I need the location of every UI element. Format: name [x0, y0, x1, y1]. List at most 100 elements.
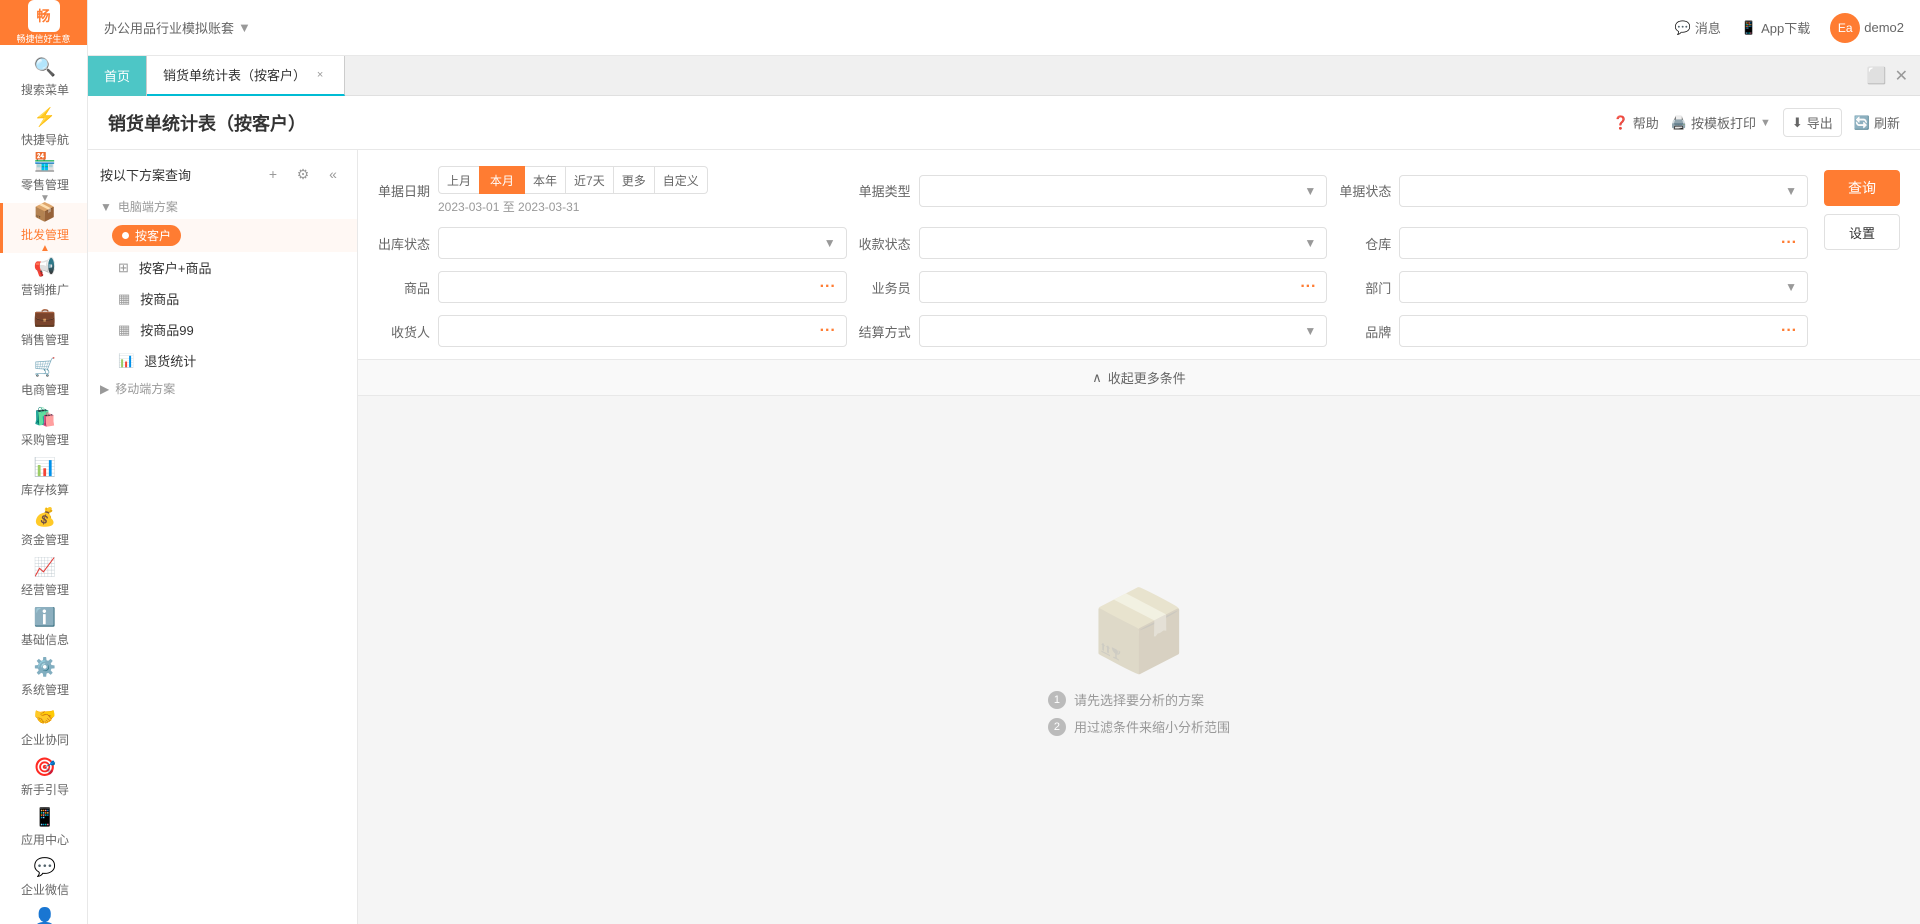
sidebar-item-operations[interactable]: 📈 经营管理	[0, 553, 88, 603]
sidebar-item-newbie[interactable]: 🎯 新手引导	[0, 753, 88, 803]
tree-item-by-product[interactable]: ▦ 按商品	[88, 283, 357, 314]
brand-input[interactable]: ···	[1399, 315, 1808, 347]
date-btn-custom[interactable]: 自定义	[655, 166, 708, 194]
company-dropdown[interactable]: 办公用品行业模拟账套 ▼	[104, 18, 251, 37]
recipient-dots-icon: ···	[820, 322, 836, 340]
sidebar-item-appstore[interactable]: 📱 应用中心	[0, 803, 88, 853]
sidebar-item-enterprise[interactable]: 🤝 企业协同	[0, 703, 88, 753]
settings-button[interactable]: 设置	[1824, 214, 1900, 250]
query-button[interactable]: 查询	[1824, 170, 1900, 206]
collapse-icon: ∧	[1092, 370, 1102, 386]
brand-dots-icon: ···	[1781, 322, 1797, 340]
wechat-icon: 💬	[34, 857, 56, 878]
date-btn-7days[interactable]: 近7天	[566, 166, 614, 194]
tree-item-product99[interactable]: ▦ 按商品99	[88, 314, 357, 345]
sidebar-item-wechat[interactable]: 💬 企业微信	[0, 853, 88, 903]
message-button[interactable]: 💬 消息	[1675, 18, 1721, 37]
search-icon: 🔍	[34, 57, 56, 78]
warehouse-input[interactable]: ···	[1399, 227, 1808, 259]
sidebar-item-marketing[interactable]: 📢 营销推广	[0, 253, 88, 303]
tree-section-mobile: ▶ 移动端方案	[88, 376, 357, 401]
system-icon: ⚙️	[34, 657, 56, 678]
operations-icon: 📈	[34, 557, 56, 578]
help-button[interactable]: ❓ 帮助	[1613, 113, 1659, 132]
collapse-filter-button[interactable]: ∧ 收起更多条件	[358, 359, 1920, 395]
marketing-icon: 📢	[34, 257, 56, 278]
order-status-dropdown[interactable]: ▼	[1399, 175, 1808, 207]
order-type-cell: 单据类型 ▼	[859, 175, 1328, 207]
date-btn-this-year[interactable]: 本年	[525, 166, 566, 194]
close-window-icon[interactable]: ✕	[1895, 66, 1908, 86]
tab-bar: 首页 销货单统计表（按客户） × ⬜ ✕	[88, 56, 1920, 96]
empty-tip-2: 2 用过滤条件来缩小分析范围	[1048, 717, 1230, 736]
sidebar: 畅 畅捷信好生意 🔍 搜索菜单 ⚡ 快捷导航 🏪 零售管理 ▼ 📦 批发管理 ▲…	[0, 0, 88, 924]
sidebar-item-retail[interactable]: 🏪 零售管理 ▼	[0, 153, 88, 203]
sidebar-item-member[interactable]: 👤 畅会员	[0, 903, 88, 924]
ship-status-dropdown[interactable]: ▼	[438, 227, 847, 259]
ship-chevron-icon: ▼	[824, 236, 836, 250]
tab-close-button[interactable]: ×	[312, 67, 328, 83]
tab-sales-stats[interactable]: 销货单统计表（按客户） ×	[147, 56, 345, 96]
sidebar-item-search[interactable]: 🔍 搜索菜单	[0, 53, 88, 103]
export-button[interactable]: ⬇ 导出	[1783, 108, 1842, 137]
brand-label: 品牌	[1339, 322, 1399, 341]
add-scheme-button[interactable]: +	[261, 162, 285, 186]
date-btn-last-month[interactable]: 上月	[438, 166, 479, 194]
recipient-input[interactable]: ···	[438, 315, 847, 347]
sidebar-item-system[interactable]: ⚙️ 系统管理	[0, 653, 88, 703]
filter-row-4: 收货人 ··· 结算方式	[378, 315, 1808, 347]
date-label: 单据日期	[378, 181, 438, 200]
filter-fields: 单据日期 上月 本月 本年 近7天 更多 自定义	[378, 166, 1808, 347]
sidebar-item-ecommerce[interactable]: 🛒 电商管理	[0, 353, 88, 403]
sidebar-item-purchase[interactable]: 🛍️ 采购管理	[0, 403, 88, 453]
date-btn-this-month[interactable]: 本月	[479, 166, 525, 194]
order-status-chevron-icon: ▼	[1785, 184, 1797, 198]
sidebar-item-sales[interactable]: 💼 销售管理	[0, 303, 88, 353]
sidebar-item-basic[interactable]: ℹ️ 基础信息	[0, 603, 88, 653]
scheme-settings-icon[interactable]: ⚙	[291, 162, 315, 186]
product-input[interactable]: ···	[438, 271, 847, 303]
payment-status-dropdown[interactable]: ▼	[919, 227, 1328, 259]
basic-icon: ℹ️	[34, 607, 56, 628]
tip-2-text: 用过滤条件来缩小分析范围	[1074, 717, 1230, 736]
company-name: 办公用品行业模拟账套	[104, 18, 234, 37]
order-status-cell: 单据状态 ▼	[1339, 175, 1808, 207]
app-download-button[interactable]: 📱 App下载	[1741, 18, 1810, 37]
payment-status-cell: 收款状态 ▼	[859, 227, 1328, 259]
mobile-expand-icon: ▶	[100, 382, 109, 396]
refresh-button[interactable]: 🔄 刷新	[1854, 113, 1900, 132]
collapse-panel-icon[interactable]: «	[321, 162, 345, 186]
user-profile[interactable]: Ea demo2	[1830, 13, 1904, 43]
tree-item-customer-product[interactable]: ⊞ 按客户+商品	[88, 252, 357, 283]
header-left: 办公用品行业模拟账套 ▼	[104, 18, 251, 37]
payment-chevron-icon: ▼	[1304, 236, 1316, 250]
print-icon: 🖨️	[1671, 115, 1687, 131]
page-actions: ❓ 帮助 🖨️ 按模板打印 ▼ ⬇ 导出 🔄 刷新	[1613, 108, 1900, 137]
maximize-icon[interactable]: ⬜	[1867, 66, 1887, 86]
print-chevron-icon: ▼	[1760, 117, 1771, 129]
sidebar-item-shortcuts[interactable]: ⚡ 快捷导航	[0, 103, 88, 153]
empty-tip-1: 1 请先选择要分析的方案	[1048, 690, 1230, 709]
product-label: 商品	[378, 278, 438, 297]
sidebar-item-inventory[interactable]: 📊 库存核算	[0, 453, 88, 503]
empty-tips: 1 请先选择要分析的方案 2 用过滤条件来缩小分析范围	[1048, 690, 1230, 736]
date-btn-more[interactable]: 更多	[614, 166, 655, 194]
department-dropdown[interactable]: ▼	[1399, 271, 1808, 303]
staff-cell: 业务员 ···	[859, 271, 1328, 303]
page-title: 销货单统计表（按客户）	[108, 110, 306, 136]
home-tab-label: 首页	[104, 66, 130, 85]
order-type-dropdown[interactable]: ▼	[919, 175, 1328, 207]
tab-home[interactable]: 首页	[88, 56, 147, 96]
page-content: 销货单统计表（按客户） ❓ 帮助 🖨️ 按模板打印 ▼ ⬇ 导出 🔄 刷新	[88, 96, 1920, 924]
tree-item-by-customer[interactable]: 按客户	[88, 219, 357, 252]
header-right: 💬 消息 📱 App下载 Ea demo2	[1675, 13, 1904, 43]
department-chevron-icon: ▼	[1785, 280, 1797, 294]
settlement-chevron-icon: ▼	[1304, 324, 1316, 338]
print-button[interactable]: 🖨️ 按模板打印 ▼	[1671, 113, 1771, 132]
sidebar-item-wholesale[interactable]: 📦 批发管理 ▲	[0, 203, 88, 253]
tree-item-return-stats[interactable]: 📊 退货统计	[88, 345, 357, 376]
staff-input[interactable]: ···	[919, 271, 1328, 303]
logo[interactable]: 畅 畅捷信好生意	[0, 0, 88, 45]
sidebar-item-finance[interactable]: 💰 资金管理	[0, 503, 88, 553]
settlement-dropdown[interactable]: ▼	[919, 315, 1328, 347]
